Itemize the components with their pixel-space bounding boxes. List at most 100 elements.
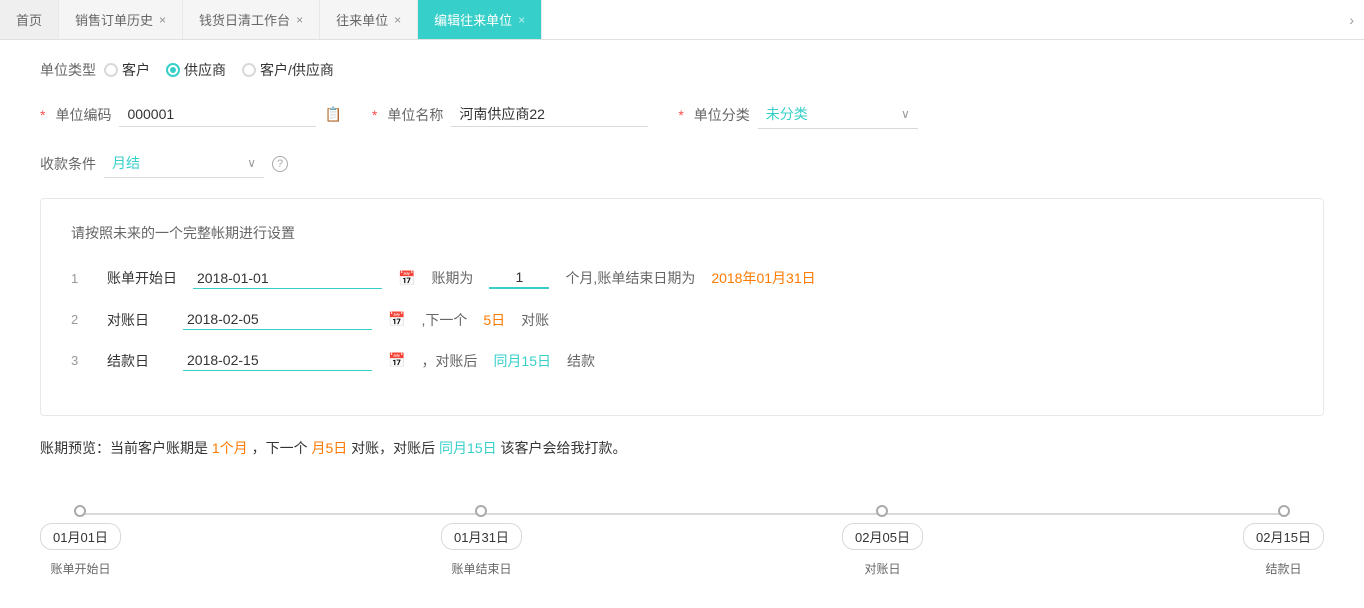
tab-partner-label: 往来单位	[336, 10, 388, 29]
tab-edit-partner-label: 编辑往来单位	[434, 10, 512, 29]
timeline-sublabel-0: 账单开始日	[50, 560, 110, 577]
period-month-input[interactable]	[489, 267, 549, 289]
tab-sales-history[interactable]: 销售订单历史 ×	[59, 0, 183, 39]
tab-partner[interactable]: 往来单位 ×	[320, 0, 418, 39]
period-label-2: 对账日	[107, 310, 167, 330]
timeline-label-0: 01月01日	[40, 523, 121, 550]
radio-supplier-circle	[166, 63, 180, 77]
timeline-sublabel-2: 对账日	[864, 560, 900, 577]
timeline: 01月01日 账单开始日 01月31日 账单结束日 02月05日 对账日 02月…	[40, 485, 1324, 587]
payment-field: 收款条件 月结 ∨ ?	[40, 149, 288, 178]
category-dropdown[interactable]: 未分类 ∨	[758, 100, 918, 129]
summary-highlight2: 月5日	[311, 440, 347, 456]
tab-partner-close[interactable]: ×	[394, 13, 401, 27]
tab-cash-label: 钱货日清工作台	[199, 10, 290, 29]
period-num-2: 2	[71, 312, 91, 327]
period-end-date: 2018年01月31日	[711, 268, 815, 288]
tab-bar: 首页 销售订单历史 × 钱货日清工作台 × 往来单位 × 编辑往来单位 × ›	[0, 0, 1364, 40]
summary-highlight1: 1个月	[212, 440, 248, 456]
radio-both-circle	[242, 63, 256, 77]
payment-row: 收款条件 月结 ∨ ?	[40, 149, 1324, 178]
tab-home-label: 首页	[16, 10, 42, 29]
period-instruction: 请按照未来的一个完整帐期进行设置	[71, 223, 1293, 243]
period-date-3[interactable]	[183, 350, 372, 371]
tab-edit-partner[interactable]: 编辑往来单位 ×	[418, 0, 542, 39]
radio-customer-label: 客户	[122, 60, 150, 80]
summary-suffix: 该客户会给我打款。	[501, 440, 627, 456]
code-field: * 单位编码 📋	[40, 102, 342, 127]
period-label-3: 结款日	[107, 351, 167, 371]
code-label: 单位编码	[55, 105, 111, 125]
period-desc-3a: ，对账后	[421, 351, 477, 371]
tab-sales-label: 销售订单历史	[75, 10, 153, 29]
category-field: * 单位分类 未分类 ∨	[678, 100, 917, 129]
timeline-dot-2	[876, 505, 888, 517]
period-suffix-1: 账期为	[431, 268, 473, 288]
unit-type-field: 单位类型 客户 供应商 客户/供应商	[40, 60, 334, 80]
unit-type-label: 单位类型	[40, 60, 96, 80]
period-row-1: 1 账单开始日 📅 账期为 个月,账单结束日期为 2018年01月31日	[71, 267, 1293, 289]
radio-both[interactable]: 客户/供应商	[242, 60, 334, 80]
code-copy-icon[interactable]: 📋	[324, 106, 341, 123]
payment-dropdown[interactable]: 月结 ∨	[104, 149, 264, 178]
timeline-dot-1	[475, 505, 487, 517]
unit-type-radio-group: 客户 供应商 客户/供应商	[104, 60, 334, 80]
period-month-unit: 个月,账单结束日期为	[565, 268, 695, 288]
radio-customer[interactable]: 客户	[104, 60, 150, 80]
period-cal-1[interactable]: 📅	[398, 270, 415, 287]
tab-cash-close[interactable]: ×	[296, 13, 303, 27]
summary-text: 账期预览：当前客户账期是 1个月 ，下一个 月5日 对账，对账后 同月15日 该…	[40, 436, 1324, 461]
period-box: 请按照未来的一个完整帐期进行设置 1 账单开始日 📅 账期为 个月,账单结束日期…	[40, 198, 1324, 416]
period-cal-3[interactable]: 📅	[388, 352, 405, 369]
period-desc-3b: 结款	[567, 351, 595, 371]
tab-home[interactable]: 首页	[0, 0, 59, 39]
period-date-2[interactable]	[183, 309, 372, 330]
timeline-point-2: 02月05日 对账日	[842, 505, 923, 577]
period-cal-2[interactable]: 📅	[388, 311, 405, 328]
period-desc-2b: 对账	[521, 310, 549, 330]
code-name-category-row: * 单位编码 📋 * 单位名称 * 单位分类 未分类 ∨	[40, 100, 1324, 129]
timeline-dot-0	[74, 505, 86, 517]
tab-overflow-arrow[interactable]: ›	[1339, 0, 1364, 39]
radio-both-label: 客户/供应商	[260, 60, 334, 80]
period-highlight-3: 同月15日	[493, 351, 551, 371]
payment-value: 月结	[112, 153, 247, 173]
timeline-sublabel-1: 账单结束日	[451, 560, 511, 577]
name-label: 单位名称	[387, 105, 443, 125]
payment-arrow-icon: ∨	[247, 156, 256, 170]
timeline-points: 01月01日 账单开始日 01月31日 账单结束日 02月05日 对账日 02月…	[40, 505, 1324, 577]
category-arrow-icon: ∨	[901, 107, 910, 121]
radio-supplier[interactable]: 供应商	[166, 60, 226, 80]
tab-cash-workbench[interactable]: 钱货日清工作台 ×	[183, 0, 320, 39]
unit-type-row: 单位类型 客户 供应商 客户/供应商	[40, 60, 1324, 80]
period-row-3: 3 结款日 📅 ，对账后 同月15日 结款	[71, 350, 1293, 371]
timeline-sublabel-3: 结款日	[1266, 560, 1302, 577]
summary-mid1: ，下一个	[252, 440, 308, 456]
timeline-point-3: 02月15日 结款日	[1243, 505, 1324, 577]
tab-edit-partner-close[interactable]: ×	[518, 13, 525, 27]
tab-sales-close[interactable]: ×	[159, 13, 166, 27]
timeline-dot-3	[1278, 505, 1290, 517]
timeline-point-0: 01月01日 账单开始日	[40, 505, 121, 577]
period-num-1: 1	[71, 271, 91, 286]
category-required: *	[678, 107, 683, 123]
name-required: *	[372, 107, 377, 123]
summary-mid2: 对账，对账后	[351, 440, 435, 456]
category-value: 未分类	[766, 104, 901, 124]
period-desc-2a: ,下一个	[421, 310, 467, 330]
payment-help-icon[interactable]: ?	[272, 156, 288, 172]
period-date-1[interactable]	[193, 268, 382, 289]
period-row-2: 2 对账日 📅 ,下一个 5日 对账	[71, 309, 1293, 330]
timeline-label-1: 01月31日	[441, 523, 522, 550]
timeline-label-2: 02月05日	[842, 523, 923, 550]
name-input[interactable]	[451, 102, 648, 127]
payment-label: 收款条件	[40, 154, 96, 174]
code-required: *	[40, 107, 45, 123]
summary-prefix: 账期预览：当前客户账期是	[40, 440, 208, 456]
period-label-1: 账单开始日	[107, 268, 177, 288]
timeline-point-1: 01月31日 账单结束日	[441, 505, 522, 577]
summary-highlight3: 同月15日	[439, 440, 497, 456]
name-field: * 单位名称	[372, 102, 648, 127]
code-input[interactable]	[119, 102, 316, 127]
main-content: 单位类型 客户 供应商 客户/供应商 * 单位编码	[0, 40, 1364, 608]
